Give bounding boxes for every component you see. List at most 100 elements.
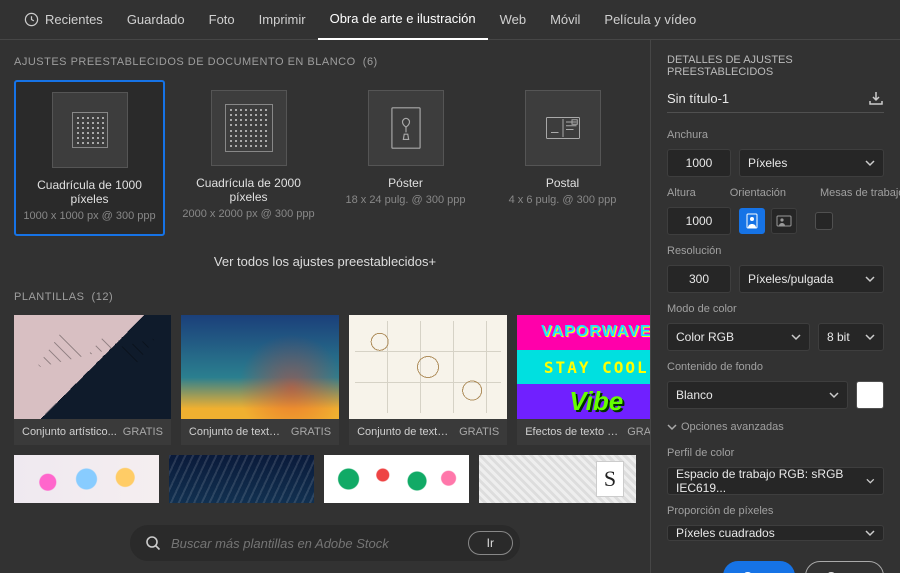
orientation-label: Orientación (730, 187, 786, 199)
background-dropdown[interactable]: Blanco (667, 381, 848, 409)
preset-detail: 4 x 6 pulg. @ 300 ppp (509, 194, 617, 206)
color-profile-label: Perfil de color (667, 447, 884, 459)
template-card[interactable]: Conjunto de textur... GRATIS (349, 315, 507, 445)
template-thumbnail[interactable]: S (479, 455, 636, 503)
heading-count: (6) (363, 56, 378, 68)
tab-web[interactable]: Web (488, 0, 539, 40)
tab-label: Imprimir (259, 12, 306, 27)
tab-mobile[interactable]: Móvil (538, 0, 592, 40)
resolution-input[interactable] (667, 265, 731, 293)
template-thumbnail[interactable] (169, 455, 314, 503)
blank-presets-heading: AJUSTES PREESTABLECIDOS DE DOCUMENTO EN … (14, 56, 636, 68)
template-card[interactable]: VAPORWAVE STAY COOL Vibe Efectos de text… (517, 315, 650, 445)
search-go-button[interactable]: Ir (468, 531, 513, 555)
tab-label: Obra de arte e ilustración (330, 11, 476, 26)
preset-name: Cuadrícula de 2000 píxeles (181, 176, 316, 204)
tab-label: Móvil (550, 12, 580, 27)
tab-label: Web (500, 12, 527, 27)
template-thumbnail[interactable] (324, 455, 469, 503)
template-thumbnail[interactable] (14, 455, 159, 503)
template-card[interactable]: Conjunto de textur...GRATIS (181, 315, 339, 445)
left-panel: AJUSTES PREESTABLECIDOS DE DOCUMENTO EN … (0, 40, 650, 573)
resolution-label: Resolución (667, 245, 884, 257)
tab-saved[interactable]: Guardado (115, 0, 197, 40)
view-all-presets[interactable]: Ver todos los ajustes preestablecidos+ (14, 254, 636, 269)
panel-heading: DETALLES DE AJUSTES PREESTABLECIDOS (667, 54, 884, 78)
advanced-label: Opciones avanzadas (681, 421, 784, 433)
tab-recent[interactable]: Recientes (12, 0, 115, 40)
chevron-down-icon (865, 158, 875, 168)
tab-photo[interactable]: Foto (197, 0, 247, 40)
width-input[interactable] (667, 149, 731, 177)
search-icon (145, 535, 161, 551)
template-price: GRATIS (123, 426, 163, 438)
resolution-units-dropdown[interactable]: Píxeles/pulgada (739, 265, 884, 293)
preset-thumbnail (211, 90, 287, 166)
chevron-down-icon (866, 476, 875, 486)
heading-text: AJUSTES PREESTABLECIDOS DE DOCUMENTO EN … (14, 56, 356, 68)
serif-sample: S (596, 461, 624, 497)
preset-grid-1000[interactable]: Cuadrícula de 1000 píxeles 1000 x 1000 p… (14, 80, 165, 236)
postcard-icon (545, 106, 581, 150)
preset-thumbnail (368, 90, 444, 166)
preset-details-panel: DETALLES DE AJUSTES PREESTABLECIDOS Sin … (650, 40, 900, 573)
preset-name: Postal (546, 176, 579, 190)
bit-depth-dropdown[interactable]: 8 bit (818, 323, 884, 351)
category-tabs: Recientes Guardado Foto Imprimir Obra de… (0, 0, 900, 40)
close-button[interactable]: Cerrar (805, 561, 884, 573)
color-mode-label: Modo de color (667, 303, 884, 315)
stock-search: Ir (130, 525, 520, 561)
chevron-down-icon (667, 422, 677, 432)
preset-name: Cuadrícula de 1000 píxeles (22, 178, 157, 206)
chevron-down-icon (829, 390, 839, 400)
create-button[interactable]: Crear (723, 561, 796, 573)
chevron-down-icon (865, 274, 875, 284)
advanced-options-toggle[interactable]: Opciones avanzadas (667, 421, 884, 433)
template-name: Conjunto artístico... (22, 426, 117, 438)
chevron-down-icon (865, 528, 875, 538)
landscape-icon (776, 215, 792, 227)
chevron-down-icon (865, 332, 875, 342)
orientation-landscape[interactable] (771, 208, 797, 234)
tab-label: Película y vídeo (604, 12, 696, 27)
artboards-checkbox[interactable] (815, 212, 833, 230)
background-color-swatch[interactable] (856, 381, 884, 409)
preset-postcard[interactable]: Postal 4 x 6 pulg. @ 300 ppp (489, 80, 636, 236)
color-profile-dropdown[interactable]: Espacio de trabajo RGB: sRGB IEC619... (667, 467, 884, 495)
heading-text: PLANTILLAS (14, 291, 84, 303)
tab-art[interactable]: Obra de arte e ilustración (318, 0, 488, 40)
templates-heading: PLANTILLAS (12) (14, 291, 636, 303)
document-name[interactable]: Sin título-1 (667, 91, 729, 106)
preset-grid-2000[interactable]: Cuadrícula de 2000 píxeles 2000 x 2000 p… (175, 80, 322, 236)
preset-thumbnail (525, 90, 601, 166)
tab-film[interactable]: Película y vídeo (592, 0, 708, 40)
thumb-text: STAY COOL (544, 358, 649, 377)
template-name: Conjunto de textur... (357, 426, 453, 438)
template-price: GRATIS (459, 426, 499, 438)
units-dropdown[interactable]: Píxeles (739, 149, 884, 177)
preset-thumbnail (52, 92, 128, 168)
pixel-aspect-label: Proporción de píxeles (667, 505, 884, 517)
dropdown-value: Píxeles cuadrados (676, 526, 775, 540)
dropdown-value: Blanco (676, 388, 713, 402)
template-thumbnail (349, 315, 507, 419)
search-input[interactable] (171, 536, 458, 551)
tab-print[interactable]: Imprimir (247, 0, 318, 40)
chevron-down-icon (791, 332, 801, 342)
pixel-aspect-dropdown[interactable]: Píxeles cuadrados (667, 525, 884, 541)
preset-poster[interactable]: Póster 18 x 24 pulg. @ 300 ppp (332, 80, 479, 236)
clock-icon (24, 12, 39, 27)
template-card[interactable]: Conjunto artístico... GRATIS (14, 315, 171, 445)
template-thumbnail (14, 315, 171, 419)
save-preset-icon[interactable] (868, 90, 884, 106)
orientation-portrait[interactable] (739, 208, 765, 234)
color-mode-dropdown[interactable]: Color RGB (667, 323, 810, 351)
dropdown-value: Píxeles (748, 156, 787, 170)
template-price: GRATIS (627, 426, 650, 438)
height-input[interactable] (667, 207, 731, 235)
dropdown-value: Píxeles/pulgada (748, 272, 833, 286)
template-price: GRATIS (291, 426, 331, 438)
thumb-text: Vibe (569, 386, 623, 417)
tab-label: Guardado (127, 12, 185, 27)
template-thumbnail: VAPORWAVE STAY COOL Vibe (517, 315, 650, 419)
